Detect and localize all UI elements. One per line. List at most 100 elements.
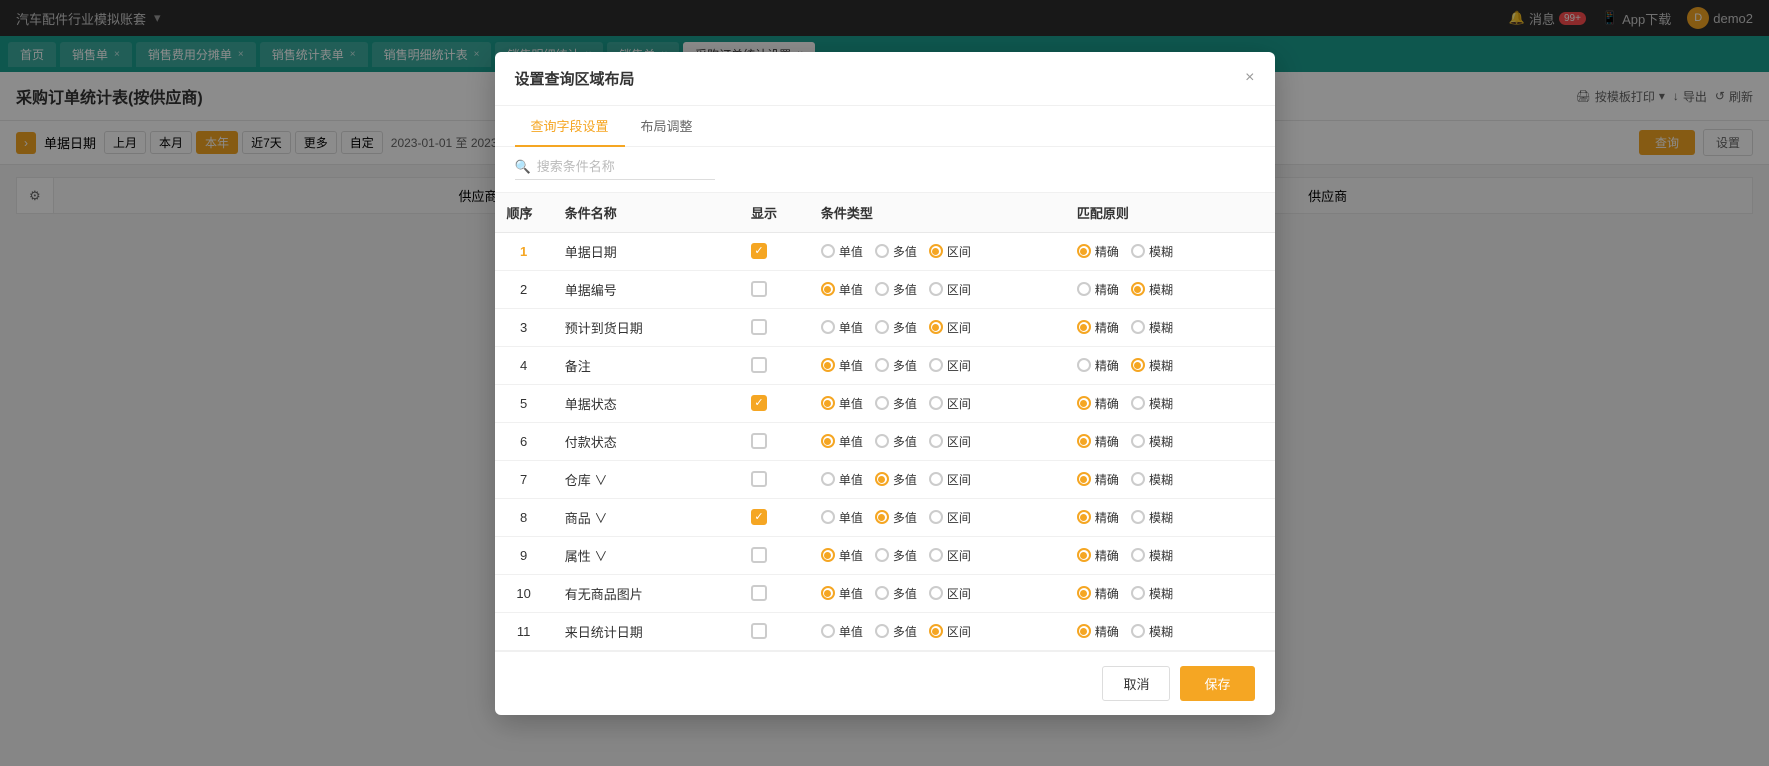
table-row: 7仓库 ∨单值多值区间精确模糊 [495,460,1275,498]
radio-type_range-8[interactable]: 区间 [929,547,971,564]
radio-type_multi-7[interactable]: 多值 [875,509,917,526]
radio-match_fuzzy-8[interactable]: 模糊 [1131,547,1173,564]
radio-type_single-0[interactable]: 单值 [821,243,863,260]
cell-type-5: 单值多值区间 [809,422,1065,460]
radio-type_range-7[interactable]: 区间 [929,509,971,526]
cell-display-9[interactable] [739,574,809,612]
radio-match_exact-9[interactable]: 精确 [1077,585,1119,602]
radio-match_fuzzy-1[interactable]: 模糊 [1131,281,1173,298]
checkbox-display-1[interactable] [751,281,767,297]
cell-display-8[interactable] [739,536,809,574]
radio-type_single-9[interactable]: 单值 [821,585,863,602]
radio-type_single-10[interactable]: 单值 [821,623,863,640]
checkbox-display-6[interactable] [751,471,767,487]
checkbox-display-9[interactable] [751,585,767,601]
table-row: 10有无商品图片单值多值区间精确模糊 [495,574,1275,612]
radio-type_range-9[interactable]: 区间 [929,585,971,602]
radio-type_single-5[interactable]: 单值 [821,433,863,450]
radio-match_fuzzy-7[interactable]: 模糊 [1131,509,1173,526]
cell-display-2[interactable] [739,308,809,346]
checkbox-display-10[interactable] [751,623,767,639]
radio-match_fuzzy-6[interactable]: 模糊 [1131,471,1173,488]
cell-display-0[interactable] [739,232,809,270]
radio-match_exact-4[interactable]: 精确 [1077,395,1119,412]
radio-match_fuzzy-5[interactable]: 模糊 [1131,433,1173,450]
cell-type-8: 单值多值区间 [809,536,1065,574]
dialog-tab-query[interactable]: 查询字段设置 [515,106,625,147]
radio-circle-type_multi-1 [875,282,889,296]
radio-type_multi-9[interactable]: 多值 [875,585,917,602]
radio-circle-type_single-7 [821,510,835,524]
cell-order-4: 5 [495,384,553,422]
cell-match-9: 精确模糊 [1065,574,1275,612]
radio-match_fuzzy-2[interactable]: 模糊 [1131,319,1173,336]
cell-type-1: 单值多值区间 [809,270,1065,308]
radio-match_fuzzy-4[interactable]: 模糊 [1131,395,1173,412]
radio-type_range-6[interactable]: 区间 [929,471,971,488]
radio-type_range-3[interactable]: 区间 [929,357,971,374]
cell-display-7[interactable] [739,498,809,536]
search-input[interactable] [537,159,707,174]
radio-type_single-7[interactable]: 单值 [821,509,863,526]
radio-match_exact-0[interactable]: 精确 [1077,243,1119,260]
radio-type_range-2[interactable]: 区间 [929,319,971,336]
radio-type_multi-8[interactable]: 多值 [875,547,917,564]
radio-type_multi-5[interactable]: 多值 [875,433,917,450]
radio-type_range-5[interactable]: 区间 [929,433,971,450]
radio-type_range-0[interactable]: 区间 [929,243,971,260]
cancel-btn[interactable]: 取消 [1102,666,1170,701]
radio-match_fuzzy-0[interactable]: 模糊 [1131,243,1173,260]
radio-type_single-6[interactable]: 单值 [821,471,863,488]
radio-type_multi-3[interactable]: 多值 [875,357,917,374]
radio-match_exact-1[interactable]: 精确 [1077,281,1119,298]
radio-match_fuzzy-9[interactable]: 模糊 [1131,585,1173,602]
radio-type_single-3[interactable]: 单值 [821,357,863,374]
cell-display-5[interactable] [739,422,809,460]
radio-type_multi-2[interactable]: 多值 [875,319,917,336]
dialog-close-icon[interactable]: × [1245,69,1254,87]
radio-type_range-1[interactable]: 区间 [929,281,971,298]
radio-type_multi-6[interactable]: 多值 [875,471,917,488]
radio-circle-type_single-2 [821,320,835,334]
radio-match_exact-5[interactable]: 精确 [1077,433,1119,450]
radio-circle-type_single-3 [821,358,835,372]
radio-match_fuzzy-10[interactable]: 模糊 [1131,623,1173,640]
radio-match_exact-2[interactable]: 精确 [1077,319,1119,336]
radio-type_range-10[interactable]: 区间 [929,623,971,640]
radio-type_multi-1[interactable]: 多值 [875,281,917,298]
cell-display-10[interactable] [739,612,809,650]
radio-match_exact-10[interactable]: 精确 [1077,623,1119,640]
radio-match_exact-7[interactable]: 精确 [1077,509,1119,526]
cell-display-6[interactable] [739,460,809,498]
dialog-tab-layout[interactable]: 布局调整 [625,106,709,147]
cell-name-7: 商品 ∨ [553,498,739,536]
checkbox-display-0[interactable] [751,243,767,259]
checkbox-display-5[interactable] [751,433,767,449]
radio-type_single-4[interactable]: 单值 [821,395,863,412]
cell-type-0: 单值多值区间 [809,232,1065,270]
radio-type_single-2[interactable]: 单值 [821,319,863,336]
radio-match_exact-3[interactable]: 精确 [1077,357,1119,374]
cell-display-1[interactable] [739,270,809,308]
radio-circle-type_multi-4 [875,396,889,410]
radio-type_range-4[interactable]: 区间 [929,395,971,412]
save-btn[interactable]: 保存 [1180,666,1254,701]
radio-type_multi-10[interactable]: 多值 [875,623,917,640]
cell-display-3[interactable] [739,346,809,384]
checkbox-display-4[interactable] [751,395,767,411]
checkbox-display-8[interactable] [751,547,767,563]
checkbox-display-3[interactable] [751,357,767,373]
radio-type_single-1[interactable]: 单值 [821,281,863,298]
radio-type_single-8[interactable]: 单值 [821,547,863,564]
cell-display-4[interactable] [739,384,809,422]
checkbox-display-7[interactable] [751,509,767,525]
radio-type_multi-4[interactable]: 多值 [875,395,917,412]
radio-type_multi-0[interactable]: 多值 [875,243,917,260]
checkbox-display-2[interactable] [751,319,767,335]
radio-match_fuzzy-3[interactable]: 模糊 [1131,357,1173,374]
cell-match-0: 精确模糊 [1065,232,1275,270]
radio-circle-match_fuzzy-9 [1131,586,1145,600]
radio-match_exact-8[interactable]: 精确 [1077,547,1119,564]
radio-match_exact-6[interactable]: 精确 [1077,471,1119,488]
radio-circle-match_fuzzy-2 [1131,320,1145,334]
